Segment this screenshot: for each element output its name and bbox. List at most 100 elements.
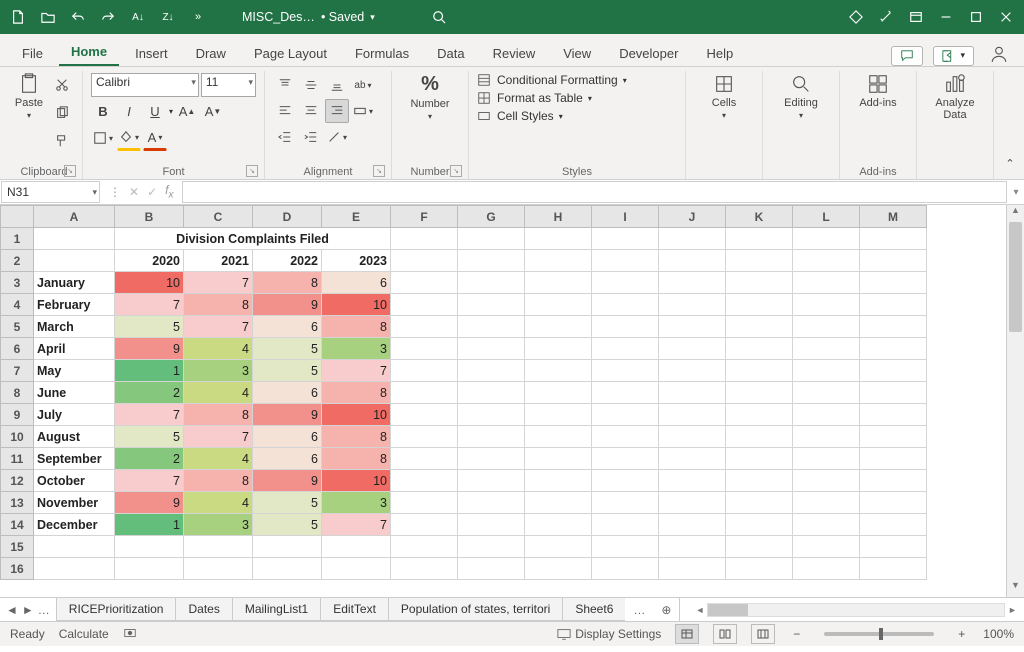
cell-M16[interactable] (860, 558, 927, 580)
sheet-title-cell[interactable]: Division Complaints Filed (115, 228, 391, 250)
cell-B14[interactable]: 1 (115, 514, 184, 536)
cell-A1[interactable] (34, 228, 115, 250)
cell-H13[interactable] (525, 492, 592, 514)
cell-I3[interactable] (592, 272, 659, 294)
decrease-font-icon[interactable]: A▼ (201, 99, 225, 123)
cell-C9[interactable]: 8 (184, 404, 253, 426)
cell-F1[interactable] (391, 228, 458, 250)
cell-J16[interactable] (659, 558, 726, 580)
fx-menu-icon[interactable]: ⋮ (109, 185, 121, 199)
row-header-11[interactable]: 11 (1, 448, 34, 470)
cell-A15[interactable] (34, 536, 115, 558)
row-header-12[interactable]: 12 (1, 470, 34, 492)
cell-A2[interactable] (34, 250, 115, 272)
sheet-nav-more-icon[interactable]: … (38, 603, 50, 617)
qat-more-icon[interactable]: » (184, 3, 212, 31)
col-header-J[interactable]: J (659, 206, 726, 228)
cell-A11[interactable]: September (34, 448, 115, 470)
new-file-icon[interactable] (4, 3, 32, 31)
cell-E15[interactable] (322, 536, 391, 558)
view-page-layout-icon[interactable] (713, 624, 737, 644)
tab-formulas[interactable]: Formulas (343, 40, 421, 66)
cell-J11[interactable] (659, 448, 726, 470)
cell-L14[interactable] (793, 514, 860, 536)
cell-H6[interactable] (525, 338, 592, 360)
cell-H15[interactable] (525, 536, 592, 558)
tab-page-layout[interactable]: Page Layout (242, 40, 339, 66)
merge-button[interactable] (351, 99, 375, 123)
cell-A12[interactable]: October (34, 470, 115, 492)
cells-button[interactable]: Cells ▾ (700, 73, 748, 120)
cell-F16[interactable] (391, 558, 458, 580)
font-name-combo[interactable]: Calibri▾ (91, 73, 199, 97)
cell-C15[interactable] (184, 536, 253, 558)
row-header-10[interactable]: 10 (1, 426, 34, 448)
cell-M2[interactable] (860, 250, 927, 272)
cell-M15[interactable] (860, 536, 927, 558)
zoom-slider[interactable] (824, 632, 934, 636)
align-left-icon[interactable] (273, 99, 297, 123)
cell-H11[interactable] (525, 448, 592, 470)
cell-C12[interactable]: 8 (184, 470, 253, 492)
cell-G12[interactable] (458, 470, 525, 492)
cell-C2[interactable]: 2021 (184, 250, 253, 272)
cell-B16[interactable] (115, 558, 184, 580)
cell-L11[interactable] (793, 448, 860, 470)
cell-L2[interactable] (793, 250, 860, 272)
col-header-E[interactable]: E (322, 206, 391, 228)
cell-J6[interactable] (659, 338, 726, 360)
cell-L10[interactable] (793, 426, 860, 448)
scroll-left-icon[interactable]: ◄ (692, 605, 707, 615)
cell-B2[interactable]: 2020 (115, 250, 184, 272)
cell-F10[interactable] (391, 426, 458, 448)
redo-icon[interactable] (94, 3, 122, 31)
row-header-6[interactable]: 6 (1, 338, 34, 360)
cell-B11[interactable]: 2 (115, 448, 184, 470)
cell-K7[interactable] (726, 360, 793, 382)
cell-C5[interactable]: 7 (184, 316, 253, 338)
add-sheet-button[interactable]: ⊕ (653, 598, 679, 621)
cell-A8[interactable]: June (34, 382, 115, 404)
scroll-thumb[interactable] (1009, 222, 1022, 332)
cell-D10[interactable]: 6 (253, 426, 322, 448)
cell-B5[interactable]: 5 (115, 316, 184, 338)
cell-F8[interactable] (391, 382, 458, 404)
sheet-tab-3[interactable]: EditText (320, 598, 389, 621)
cell-G16[interactable] (458, 558, 525, 580)
sheet-nav-prev-icon[interactable]: ◄ (6, 603, 18, 617)
cell-M13[interactable] (860, 492, 927, 514)
col-header-K[interactable]: K (726, 206, 793, 228)
sheet-tab-1[interactable]: Dates (175, 598, 232, 621)
sort-desc-icon[interactable]: Z↓ (154, 3, 182, 31)
cell-H16[interactable] (525, 558, 592, 580)
row-header-14[interactable]: 14 (1, 514, 34, 536)
sheet-tab-4[interactable]: Population of states, territori (388, 598, 563, 621)
undo-icon[interactable] (64, 3, 92, 31)
wrap-text-button[interactable]: ab (351, 73, 375, 97)
cell-B15[interactable] (115, 536, 184, 558)
cut-icon[interactable] (50, 73, 74, 97)
cell-H5[interactable] (525, 316, 592, 338)
cell-A9[interactable]: July (34, 404, 115, 426)
col-header-I[interactable]: I (592, 206, 659, 228)
cell-I16[interactable] (592, 558, 659, 580)
account-icon[interactable] (984, 45, 1014, 66)
cell-G11[interactable] (458, 448, 525, 470)
cell-D11[interactable]: 6 (253, 448, 322, 470)
search-button[interactable] (425, 10, 453, 24)
col-header-G[interactable]: G (458, 206, 525, 228)
cell-E10[interactable]: 8 (322, 426, 391, 448)
expand-formula-bar-icon[interactable]: ▾ (1008, 180, 1024, 204)
cell-G9[interactable] (458, 404, 525, 426)
cell-K6[interactable] (726, 338, 793, 360)
cell-C14[interactable]: 3 (184, 514, 253, 536)
scroll-right-icon[interactable]: ► (1005, 605, 1020, 615)
format-painter-icon[interactable] (50, 129, 74, 153)
sort-asc-icon[interactable]: A↓ (124, 3, 152, 31)
cell-H9[interactable] (525, 404, 592, 426)
cell-A16[interactable] (34, 558, 115, 580)
cell-F3[interactable] (391, 272, 458, 294)
cell-D4[interactable]: 9 (253, 294, 322, 316)
cell-M5[interactable] (860, 316, 927, 338)
clipboard-launcher[interactable]: ↘ (64, 165, 76, 177)
